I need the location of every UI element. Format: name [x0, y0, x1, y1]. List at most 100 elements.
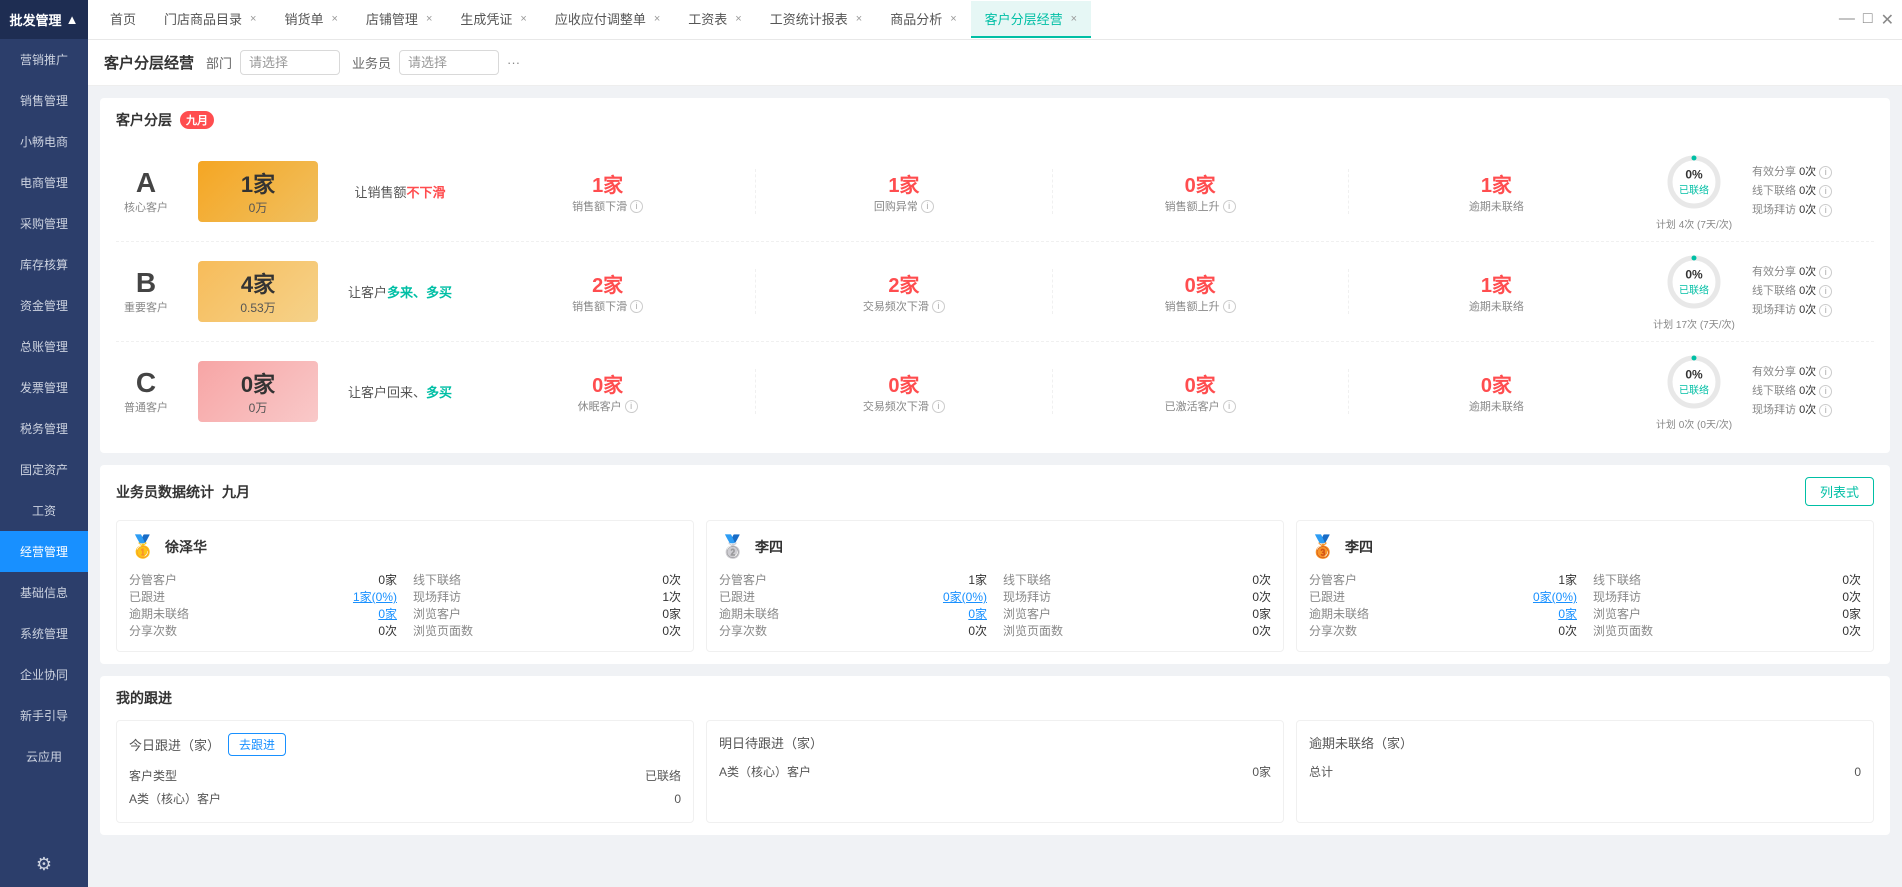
followup-card-1: 明日待跟进（家）A类（核心）客户0家: [706, 720, 1284, 823]
tier-stat-销售额上升[interactable]: 0家 销售额上升i: [1053, 269, 1349, 314]
tier-shape-C: 0家 0万: [188, 361, 328, 422]
tier-circle-B: 0% 已联络 计划 17次 (7天/次): [1644, 252, 1744, 331]
medal-icon-0: 🥇: [129, 533, 157, 561]
tab-close-应收应付调整单[interactable]: ×: [654, 13, 660, 25]
tab-close-商品分析[interactable]: ×: [950, 13, 956, 25]
sidebar-item-基础信息[interactable]: 基础信息: [0, 572, 88, 613]
sidebar-item-企业协同[interactable]: 企业协同: [0, 654, 88, 695]
tier-stat-已激活客户[interactable]: 0家 已激活客户i: [1053, 369, 1349, 414]
filter-more-icon[interactable]: ···: [507, 55, 520, 70]
followup-card-title-2: 逾期未联络（家）: [1309, 733, 1861, 752]
sidebar-item-资金管理[interactable]: 资金管理: [0, 285, 88, 326]
page-header: 客户分层经营 部门 请选择 业务员 请选择 ···: [88, 40, 1902, 86]
tier-label-C: C普通客户: [116, 369, 176, 415]
tier-stat-逾期未联络[interactable]: 1家 逾期未联络: [1349, 269, 1644, 314]
sidebar-item-采购管理[interactable]: 采购管理: [0, 203, 88, 244]
followup-row-A类（核心）客户: A类（核心）客户0家: [719, 760, 1271, 783]
followup-title: 我的跟进: [116, 688, 1874, 708]
sidebar-item-库存核算[interactable]: 库存核算: [0, 244, 88, 285]
biz-stat-分享次数-1: 分享次数 0次: [719, 622, 987, 639]
tier-stat-交易频次下滑[interactable]: 0家 交易频次下滑i: [756, 369, 1052, 414]
tab-销货单[interactable]: 销货单×: [270, 1, 351, 38]
sidebar-item-系统管理[interactable]: 系统管理: [0, 613, 88, 654]
tab-店铺管理[interactable]: 店铺管理×: [352, 1, 446, 38]
tab-close-销货单[interactable]: ×: [331, 13, 337, 25]
tier-stat-逾期未联络[interactable]: 1家 逾期未联络: [1349, 169, 1644, 214]
tab-商品分析[interactable]: 商品分析×: [876, 1, 970, 38]
tier-shape-A: 1家 0万: [188, 161, 328, 222]
sidebar-item-营销推广[interactable]: 营销推广: [0, 39, 88, 80]
tier-row-A: A核心客户 1家 0万 让销售额不下滑1家 销售额下滑i1家 回购异常i0家 销…: [116, 142, 1874, 242]
tab-首页[interactable]: 首页: [96, 1, 150, 38]
sidebar-item-工资[interactable]: 工资: [0, 490, 88, 531]
tier-row-B: B重要客户 4家 0.53万 让客户多来、多买2家 销售额下滑i2家 交易频次下…: [116, 242, 1874, 342]
tier-stat-休眠客户[interactable]: 0家 休眠客户i: [460, 369, 756, 414]
biz-stat-分享次数-0: 分享次数 0次: [129, 622, 397, 639]
list-view-button[interactable]: 列表式: [1805, 477, 1874, 506]
page-title: 客户分层经营: [104, 52, 194, 73]
biz-stat-现场拜访-0: 现场拜访 1次: [413, 588, 681, 605]
tier-stat-逾期未联络[interactable]: 0家 逾期未联络: [1349, 369, 1644, 414]
biz-stat-已跟进-1: 已跟进 0家(0%): [719, 588, 987, 605]
sidebar-settings-icon[interactable]: ⚙: [0, 842, 88, 887]
sidebar-item-小畅电商[interactable]: 小畅电商: [0, 121, 88, 162]
tab-close-生成凭证[interactable]: ×: [520, 13, 526, 25]
tab-客户分层经营[interactable]: 客户分层经营×: [971, 1, 1091, 38]
sidebar-item-税务管理[interactable]: 税务管理: [0, 408, 88, 449]
tab-应收应付调整单[interactable]: 应收应付调整单×: [541, 1, 674, 38]
sidebar-item-云应用[interactable]: 云应用: [0, 736, 88, 777]
dept-filter: 部门 请选择: [206, 50, 340, 75]
tab-close-工资统计报表[interactable]: ×: [856, 13, 862, 25]
tab-close-工资表[interactable]: ×: [735, 13, 741, 25]
tier-desc-B: 让客户多来、多买: [340, 282, 460, 301]
biz-agent-name-0: 徐泽华: [165, 537, 207, 557]
tab-close-门店商品目录[interactable]: ×: [250, 13, 256, 25]
followup-card-0: 今日跟进（家）去跟进客户类型已联络A类（核心）客户0: [116, 720, 694, 823]
biz-stats-grid-0: 分管客户 0家已跟进 1家(0%)逾期未联络 0家分享次数 0次线下联络 0次现…: [129, 571, 681, 639]
biz-stat-浏览页面数-1: 浏览页面数 0次: [1003, 622, 1271, 639]
biz-header: 业务员数据统计 九月 列表式: [116, 477, 1874, 506]
sales-filter: 业务员 请选择 ···: [352, 50, 520, 75]
medal-icon-1: 🥈: [719, 533, 747, 561]
goto-followup-button[interactable]: 去跟进: [228, 733, 286, 756]
sidebar-item-电商管理[interactable]: 电商管理: [0, 162, 88, 203]
tier-circle-A: 0% 已联络 计划 4次 (7天/次): [1644, 152, 1744, 231]
sidebar-item-销售管理[interactable]: 销售管理: [0, 80, 88, 121]
tab-close-客户分层经营[interactable]: ×: [1071, 13, 1077, 25]
biz-stat-逾期未联络-1: 逾期未联络 0家: [719, 605, 987, 622]
tab-restore-icon[interactable]: □: [1863, 10, 1873, 30]
followup-card-2: 逾期未联络（家）总计0: [1296, 720, 1874, 823]
sidebar-item-新手引导[interactable]: 新手引导: [0, 695, 88, 736]
sidebar-item-发票管理[interactable]: 发票管理: [0, 367, 88, 408]
sidebar-title-text: 批发管理: [10, 10, 62, 29]
tab-close-店铺管理[interactable]: ×: [426, 13, 432, 25]
tab-minimize-icon[interactable]: —: [1839, 10, 1855, 30]
biz-stat-线下联络-0: 线下联络 0次: [413, 571, 681, 588]
tier-stat-销售额下滑[interactable]: 2家 销售额下滑i: [460, 269, 756, 314]
biz-stat-逾期未联络-2: 逾期未联络 0家: [1309, 605, 1577, 622]
biz-card-0: 🥇 徐泽华分管客户 0家已跟进 1家(0%)逾期未联络 0家分享次数 0次线下联…: [116, 520, 694, 652]
tier-right-stats-B: 有效分享 0次 i线下联络 0次 i现场拜访 0次 i: [1744, 263, 1874, 320]
tier-stat-销售额上升[interactable]: 0家 销售额上升i: [1053, 169, 1349, 214]
right-stat-有效分享: 有效分享 0次 i: [1752, 263, 1874, 279]
biz-agent-name-1: 李四: [755, 537, 783, 557]
tier-stat-回购异常[interactable]: 1家 回购异常i: [756, 169, 1052, 214]
tab-close-icon[interactable]: ✕: [1881, 10, 1894, 30]
tier-shape-B: 4家 0.53万: [188, 261, 328, 322]
sidebar-item-总账管理[interactable]: 总账管理: [0, 326, 88, 367]
tab-工资表[interactable]: 工资表×: [674, 1, 755, 38]
followup-section: 我的跟进 今日跟进（家）去跟进客户类型已联络A类（核心）客户0明日待跟进（家）A…: [100, 676, 1890, 835]
sidebar-title[interactable]: 批发管理 ▲: [0, 0, 88, 39]
sales-select[interactable]: 请选择: [399, 50, 499, 75]
dept-select[interactable]: 请选择: [240, 50, 340, 75]
biz-stat-现场拜访-1: 现场拜访 0次: [1003, 588, 1271, 605]
tier-stat-交易频次下滑[interactable]: 2家 交易频次下滑i: [756, 269, 1052, 314]
tab-门店商品目录[interactable]: 门店商品目录×: [150, 1, 270, 38]
tier-stat-销售额下滑[interactable]: 1家 销售额下滑i: [460, 169, 756, 214]
sidebar-item-固定资产[interactable]: 固定资产: [0, 449, 88, 490]
sidebar-item-经营管理[interactable]: 经营管理: [0, 531, 88, 572]
biz-stat-分管客户-1: 分管客户 1家: [719, 571, 987, 588]
tab-生成凭证[interactable]: 生成凭证×: [446, 1, 540, 38]
dept-label: 部门: [206, 53, 232, 72]
tab-工资统计报表[interactable]: 工资统计报表×: [756, 1, 876, 38]
